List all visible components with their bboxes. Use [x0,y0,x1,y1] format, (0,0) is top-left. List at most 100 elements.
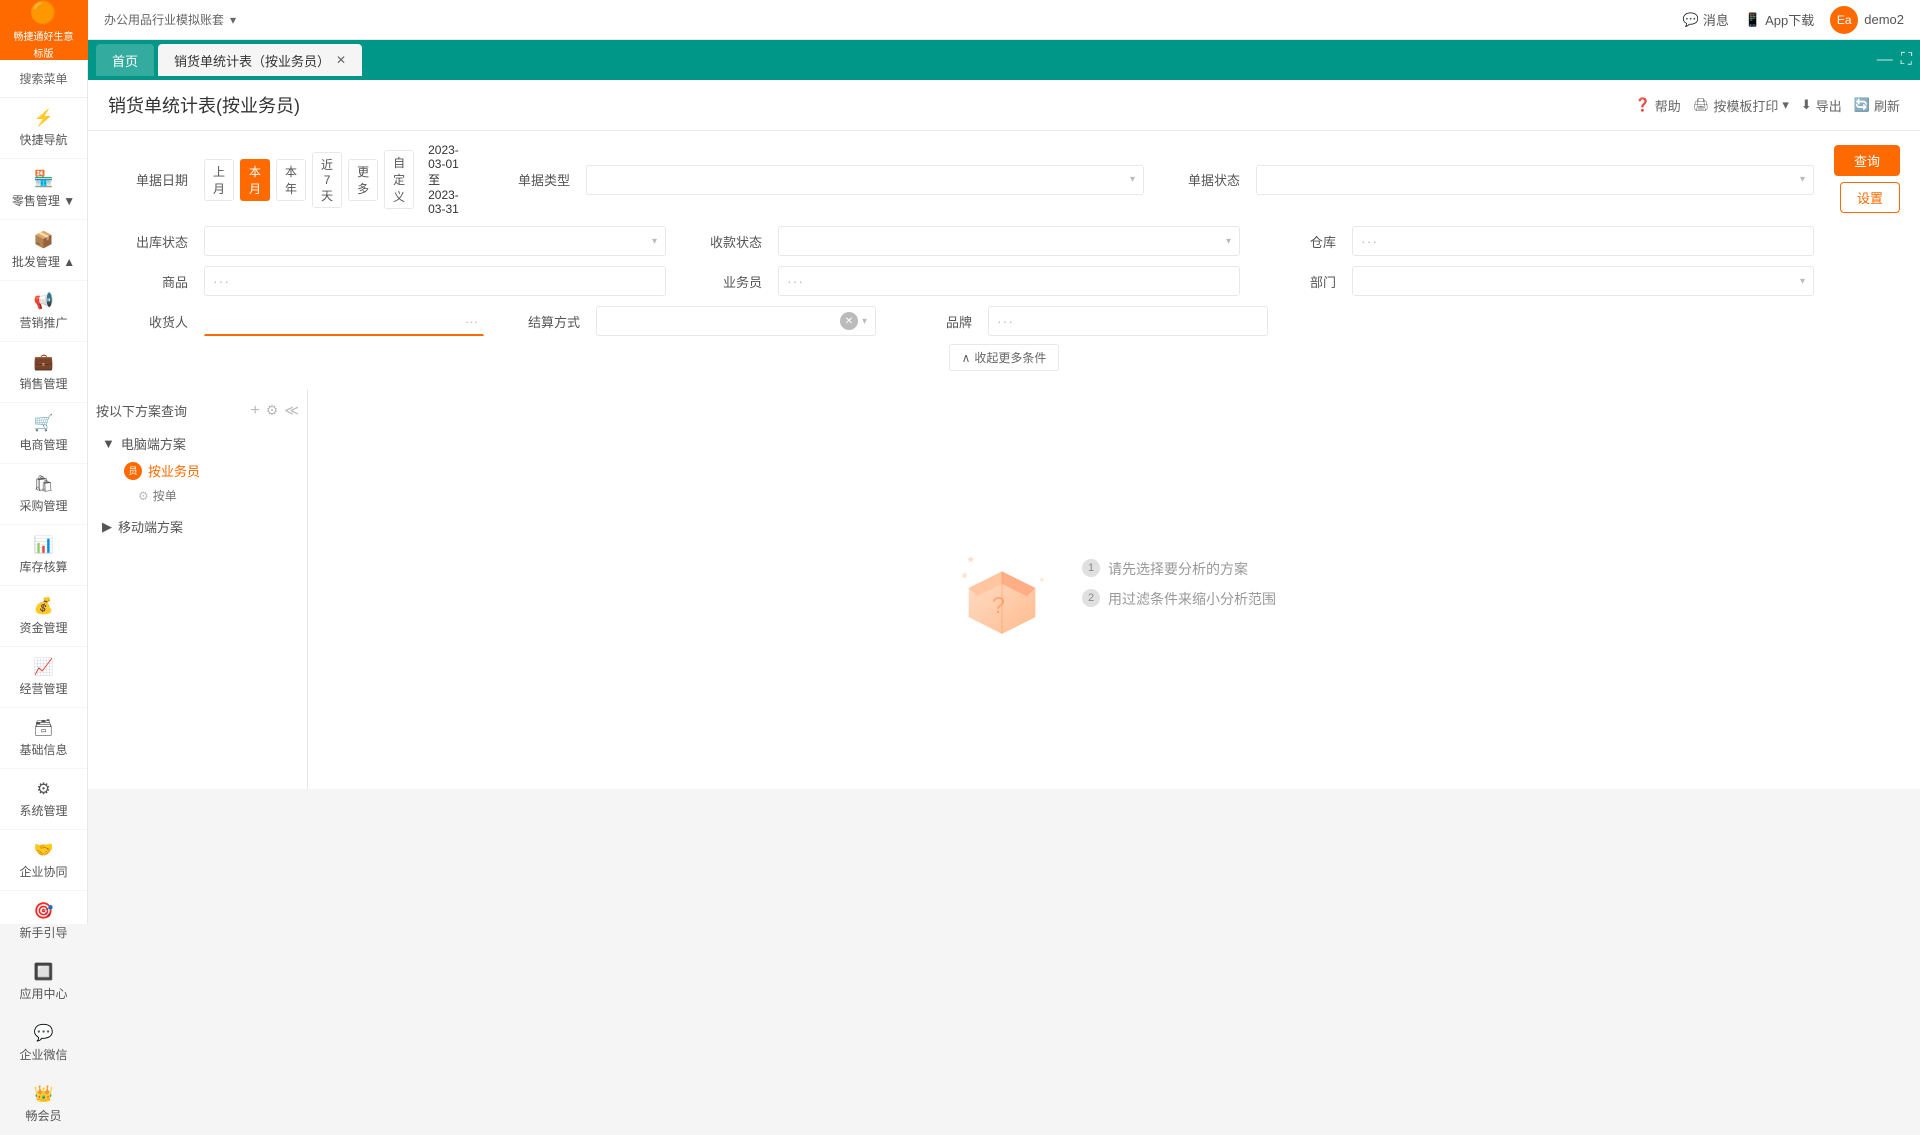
sidebar-item-member[interactable]: 👑 畅会员 [0,1074,87,1135]
doc-type-select[interactable]: ▾ [586,165,1144,195]
warehouse-select[interactable]: ··· [1352,226,1814,256]
doc-type-label: 单据类型 [490,170,570,189]
date-btn-more[interactable]: 更多 [348,159,378,201]
sales-icon: 💼 [4,352,83,372]
avatar: Ea [1830,6,1858,34]
collapse-icon: ∧ [962,351,971,365]
date-btn-thisyear[interactable]: 本年 [276,159,306,201]
sidebar-item-operations[interactable]: 📈 经营管理 [0,647,87,708]
sidebar-item-system[interactable]: ⚙ 系统管理 [0,769,87,830]
sidebar-item-appstore[interactable]: 🔲 应用中心 [0,952,87,1013]
export-icon: ⬇ [1801,97,1812,113]
tab-sales-stats-label: 销货单统计表（按业务员） [174,51,330,70]
left-panel-title: 按以下方案查询 [96,401,187,420]
operations-icon: 📈 [4,657,83,677]
tab-sales-stats[interactable]: 销货单统计表（按业务员） ✕ [158,44,362,76]
tab-home[interactable]: 首页 [96,44,154,76]
sidebar-item-marketing[interactable]: 📢 营销推广 [0,281,87,342]
date-group: 上月 本月 本年 近7天 更多 自定义 2023-03-01 至 2023-03… [204,143,474,216]
staff-dots: ··· [787,273,804,289]
collapse-button[interactable]: ∧ 收起更多条件 [949,344,1060,371]
date-btn-custom[interactable]: 自定义 [384,150,414,209]
tab-minimize-btn[interactable]: — [1877,51,1893,69]
settings-scheme-btn[interactable]: ⚙ [266,402,279,420]
add-scheme-btn[interactable]: + [250,402,259,420]
sidebar-item-purchase[interactable]: 🛍 采购管理 [0,464,87,525]
payment-select[interactable]: ▾ [778,226,1240,256]
date-btn-7days[interactable]: 近7天 [312,152,342,208]
user-menu[interactable]: Ea demo2 [1830,6,1904,34]
purchase-icon: 🛍 [4,474,83,494]
appstore-icon: 🔲 [4,962,83,982]
page-header-actions: ❓ 帮助 🖨 按模板打印 ▾ ⬇ 导出 🔄 刷新 [1635,96,1900,115]
page-title: 销货单统计表(按业务员) [108,92,300,118]
sidebar-item-ecom[interactable]: 🛒 电商管理 [0,403,87,464]
date-btn-lastmonth[interactable]: 上月 [204,159,234,201]
sidebar-item-enterprise[interactable]: 🤝 企业协同 [0,830,87,891]
marketing-icon: 📢 [4,291,83,311]
mobile-toggle-icon: ▶ [102,519,112,535]
scheme-group-mobile: ▶ 移动端方案 [96,513,299,540]
tip-num-2: 2 [1082,589,1100,607]
message-action[interactable]: 💬 消息 [1683,10,1729,29]
staff-dot: 员 [124,462,142,480]
settings-button[interactable]: 设置 [1840,182,1900,213]
out-status-label: 出库状态 [108,232,188,251]
tab-expand-btn[interactable]: ⛶ [1901,51,1912,69]
sidebar-item-finance[interactable]: 💰 资金管理 [0,586,87,647]
empty-illustration: ? [952,538,1052,641]
out-status-select[interactable]: ▾ [204,226,666,256]
query-button[interactable]: 查询 [1834,145,1900,176]
sidebar-item-inventory[interactable]: 📊 库存核算 [0,525,87,586]
scheme-group-desktop-header[interactable]: ▼ 电脑端方案 [96,430,299,457]
member-icon: 👑 [4,1084,83,1104]
sidebar-search[interactable]: 搜索菜单 [0,60,87,98]
product-select[interactable]: ··· [204,266,666,296]
tab-home-label: 首页 [112,51,138,70]
download-icon: 📱 [1745,12,1761,28]
tabbar: 首页 销货单统计表（按业务员） ✕ — ⛶ [88,40,1920,80]
desktop-toggle-icon: ▼ [102,436,115,451]
receiver-label: 收货人 [108,312,188,331]
receiver-input[interactable] [204,306,484,336]
tip-item-2: 2 用过滤条件来缩小分析范围 [1082,589,1276,609]
doc-status-select[interactable]: ▾ [1256,165,1814,195]
inventory-icon: 📊 [4,535,83,555]
dept-select[interactable]: ▾ [1352,266,1814,296]
date-range: 2023-03-01 至 2023-03-31 [428,143,474,216]
tip-num-1: 1 [1082,559,1100,577]
brand-select[interactable]: ··· [988,306,1268,336]
sidebar-item-shortcuts[interactable]: ⚡ 快捷导航 [0,98,87,159]
product-dots: ··· [213,273,230,289]
sidebar-item-sales[interactable]: 💼 销售管理 [0,342,87,403]
scheme-sub-by-order[interactable]: ⚙ 按单 [96,484,299,507]
scheme-item-by-staff[interactable]: 员 按业务员 [96,457,299,484]
refresh-action[interactable]: 🔄 刷新 [1854,96,1900,115]
brand-dots: ··· [997,313,1014,329]
sidebar-item-newbie[interactable]: 🎯 新手引导 [0,891,87,952]
download-action[interactable]: 📱 App下载 [1745,10,1814,29]
page-header: 销货单统计表(按业务员) ❓ 帮助 🖨 按模板打印 ▾ ⬇ 导出 🔄 刷新 [88,80,1920,131]
date-btn-thismonth[interactable]: 本月 [240,159,270,201]
help-action[interactable]: ❓ 帮助 [1635,96,1681,115]
main-area: 办公用品行业模拟账套 ▾ 💬 消息 📱 App下载 Ea demo2 首页 销货… [88,0,1920,924]
sidebar-item-basic[interactable]: 🗃 基础信息 [0,708,87,769]
staff-label: 业务员 [682,272,762,291]
sidebar-item-retail[interactable]: 🏪 零售管理 ▼ [0,159,87,220]
print-action[interactable]: 🖨 按模板打印 ▾ [1693,96,1789,115]
user-name: demo2 [1864,12,1904,27]
tabbar-right: — ⛶ [1877,51,1912,69]
export-action[interactable]: ⬇ 导出 [1801,96,1842,115]
staff-scheme-label: 按业务员 [148,461,200,480]
staff-select[interactable]: ··· [778,266,1240,296]
payment-method-chevron: ▾ [862,316,867,327]
order-icon: ⚙ [138,489,149,503]
collapse-panel-btn[interactable]: ≪ [284,402,299,420]
payment-method-clear-btn[interactable]: ✕ [840,312,858,330]
sidebar-logo[interactable]: 🟠 畅捷通好生意 标版 [0,0,88,60]
sidebar-item-wholesale[interactable]: 📦 批发管理 ▲ [0,220,87,281]
scheme-group-mobile-header[interactable]: ▶ 移动端方案 [96,513,299,540]
tab-close-icon[interactable]: ✕ [336,53,346,67]
sidebar-item-wechat[interactable]: 💬 企业微信 [0,1013,87,1074]
payment-method-select[interactable]: ✕ ▾ [596,306,876,336]
